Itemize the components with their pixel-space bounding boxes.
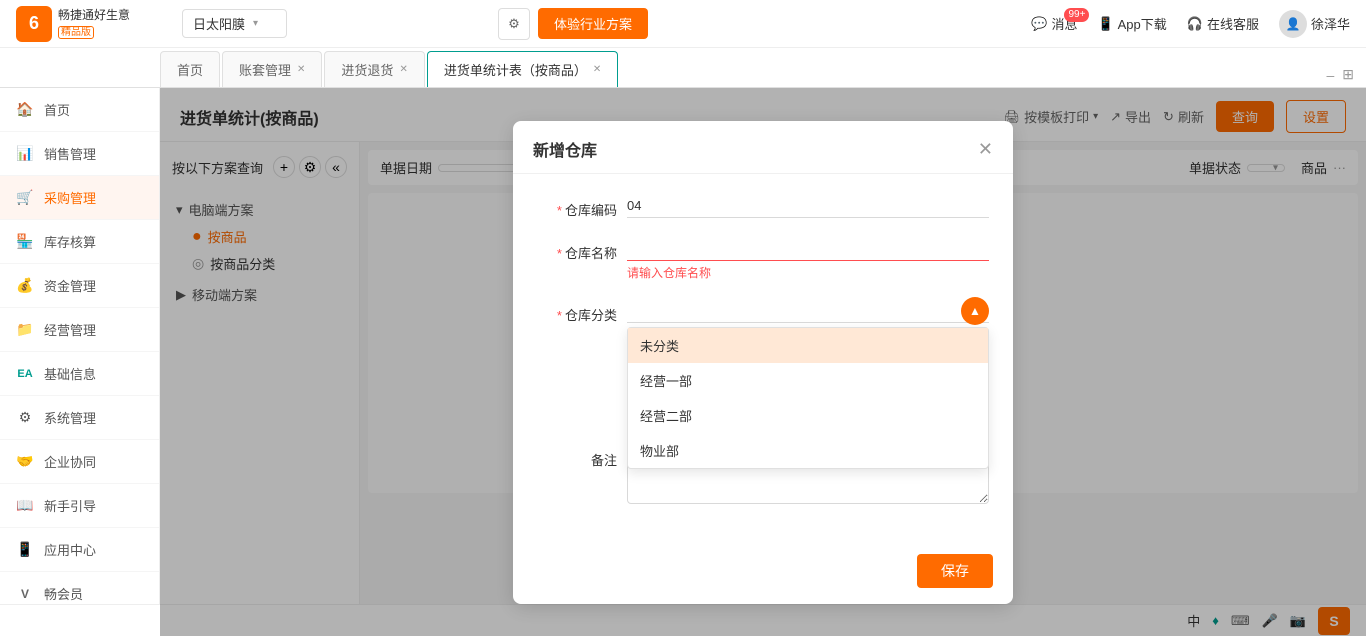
name-error-msg: 请输入仓库名称 xyxy=(627,264,711,281)
save-button[interactable]: 保存 xyxy=(917,554,993,588)
dropdown-item-dept3[interactable]: 物业部 xyxy=(628,433,988,468)
sidebar-item-guide[interactable]: 📖 新手引导 xyxy=(0,484,159,528)
logo-icon: 6 xyxy=(16,6,52,42)
gear-icon[interactable]: ⚙ xyxy=(498,8,530,40)
trial-button[interactable]: 体验行业方案 xyxy=(538,8,648,39)
category-arrow-button[interactable]: ▲ xyxy=(961,297,989,325)
category-dropdown: 未分类 经营一部 经营二部 物业部 xyxy=(627,327,989,469)
operations-icon: 📁 xyxy=(16,321,34,339)
remark-label: 备注 xyxy=(537,444,627,469)
avatar: 👤 xyxy=(1279,10,1307,38)
logo-text: 畅捷通好生意 精品版 xyxy=(58,8,130,39)
tab-purchase-return[interactable]: 进货退货 ✕ xyxy=(324,51,424,87)
guide-icon: 📖 xyxy=(16,497,34,515)
enterprise-icon: 🤝 xyxy=(16,453,34,471)
apps-icon: 📱 xyxy=(16,541,34,559)
sidebar-item-inventory[interactable]: 🏪 库存核算 xyxy=(0,220,159,264)
headset-icon: 🎧 xyxy=(1187,16,1203,32)
modal-overlay: 新增仓库 ✕ 仓库编码 仓库名称 xyxy=(160,88,1366,636)
chevron-down-icon: ▾ xyxy=(253,18,258,29)
dialog-body: 仓库编码 仓库名称 请输入仓库名称 xyxy=(513,174,1013,542)
sidebar-item-home[interactable]: 🏠 首页 xyxy=(0,88,159,132)
category-select-wrapper: ▲ 未分类 经营一部 经营二部 物业部 xyxy=(627,299,989,323)
tab-close-accounts[interactable]: ✕ xyxy=(297,64,305,75)
name-input[interactable] xyxy=(627,237,989,261)
dropdown-item-dept1[interactable]: 经营一部 xyxy=(628,363,988,398)
finance-icon: 💰 xyxy=(16,277,34,295)
name-label: 仓库名称 xyxy=(537,237,627,262)
tab-bar: 首页 账套管理 ✕ 进货退货 ✕ 进货单统计表（按商品） ✕ – ⊞ xyxy=(0,48,1366,88)
sidebar-item-basic-info[interactable]: EA 基础信息 xyxy=(0,352,159,396)
form-row-name: 仓库名称 请输入仓库名称 xyxy=(537,237,989,281)
code-label: 仓库编码 xyxy=(537,194,627,219)
top-header: 6 畅捷通好生意 精品版 日太阳膜 ▾ ⚙ 体验行业方案 💬 消息 99+ 📱 … xyxy=(0,0,1366,48)
code-input[interactable] xyxy=(627,194,989,218)
sidebar: 🏠 首页 📊 销售管理 🛒 采购管理 🏪 库存核算 💰 资金管理 📁 经营管理 … xyxy=(0,88,160,636)
search-select[interactable]: 日太阳膜 ▾ xyxy=(182,9,287,38)
purchase-icon: 🛒 xyxy=(16,189,34,207)
vip-icon: V xyxy=(16,585,34,603)
dialog-title: 新增仓库 xyxy=(533,137,597,161)
tab-purchase-stats[interactable]: 进货单统计表（按商品） ✕ xyxy=(427,51,618,87)
tab-close-purchase-return[interactable]: ✕ xyxy=(399,64,407,75)
sidebar-item-system[interactable]: ⚙ 系统管理 xyxy=(0,396,159,440)
message-badge: 99+ xyxy=(1064,8,1089,22)
header-search: 日太阳膜 ▾ xyxy=(182,9,482,38)
user-item[interactable]: 👤 徐泽华 xyxy=(1279,10,1350,38)
app-download-item[interactable]: 📱 App下载 xyxy=(1097,14,1166,33)
basic-info-icon: EA xyxy=(16,365,34,383)
home-icon: 🏠 xyxy=(16,101,34,119)
tab-close-purchase-stats[interactable]: ✕ xyxy=(593,64,601,75)
message-icon: 💬 xyxy=(1031,16,1047,32)
dialog-add-warehouse: 新增仓库 ✕ 仓库编码 仓库名称 xyxy=(513,121,1013,604)
main-layout: 🏠 首页 📊 销售管理 🛒 采购管理 🏪 库存核算 💰 资金管理 📁 经营管理 … xyxy=(0,88,1366,636)
content-area: 进货单统计(按商品) 🖨 按模板打印 ▾ ↗ 导出 ↻ 刷新 查询 设置 xyxy=(160,88,1366,636)
sidebar-item-purchase[interactable]: 🛒 采购管理 xyxy=(0,176,159,220)
phone-icon: 📱 xyxy=(1097,16,1113,32)
category-input[interactable] xyxy=(627,299,989,323)
dialog-footer: 保存 xyxy=(513,542,1013,604)
system-icon: ⚙ xyxy=(16,409,34,427)
sidebar-item-finance[interactable]: 💰 资金管理 xyxy=(0,264,159,308)
form-row-category: 仓库分类 ▲ 未分类 经营一部 经营二部 物业部 xyxy=(537,299,989,324)
inventory-icon: 🏪 xyxy=(16,233,34,251)
logo-area: 6 畅捷通好生意 精品版 xyxy=(16,6,166,42)
sidebar-item-enterprise[interactable]: 🤝 企业协同 xyxy=(0,440,159,484)
tab-right-controls: – ⊞ xyxy=(1326,66,1366,87)
search-text: 日太阳膜 xyxy=(193,14,245,33)
sidebar-item-operations[interactable]: 📁 经营管理 xyxy=(0,308,159,352)
logo-badge: 精品版 xyxy=(58,26,94,39)
messages-item[interactable]: 💬 消息 99+ xyxy=(1031,14,1077,33)
category-label: 仓库分类 xyxy=(537,299,627,324)
sales-icon: 📊 xyxy=(16,145,34,163)
tab-home[interactable]: 首页 xyxy=(160,51,220,87)
dialog-header: 新增仓库 ✕ xyxy=(513,121,1013,174)
header-right: 💬 消息 99+ 📱 App下载 🎧 在线客服 👤 徐泽华 xyxy=(1031,10,1350,38)
tab-maximize-icon[interactable]: ⊞ xyxy=(1342,66,1354,83)
dropdown-item-dept2[interactable]: 经营二部 xyxy=(628,398,988,433)
tab-minimize-icon[interactable]: – xyxy=(1326,67,1334,83)
form-row-code: 仓库编码 xyxy=(537,194,989,219)
sidebar-item-apps[interactable]: 📱 应用中心 xyxy=(0,528,159,572)
dialog-close-button[interactable]: ✕ xyxy=(978,140,993,158)
online-service-item[interactable]: 🎧 在线客服 xyxy=(1187,14,1259,33)
dropdown-item-uncategorized[interactable]: 未分类 xyxy=(628,328,988,363)
tab-accounts[interactable]: 账套管理 ✕ xyxy=(222,51,322,87)
sidebar-item-sales[interactable]: 📊 销售管理 xyxy=(0,132,159,176)
